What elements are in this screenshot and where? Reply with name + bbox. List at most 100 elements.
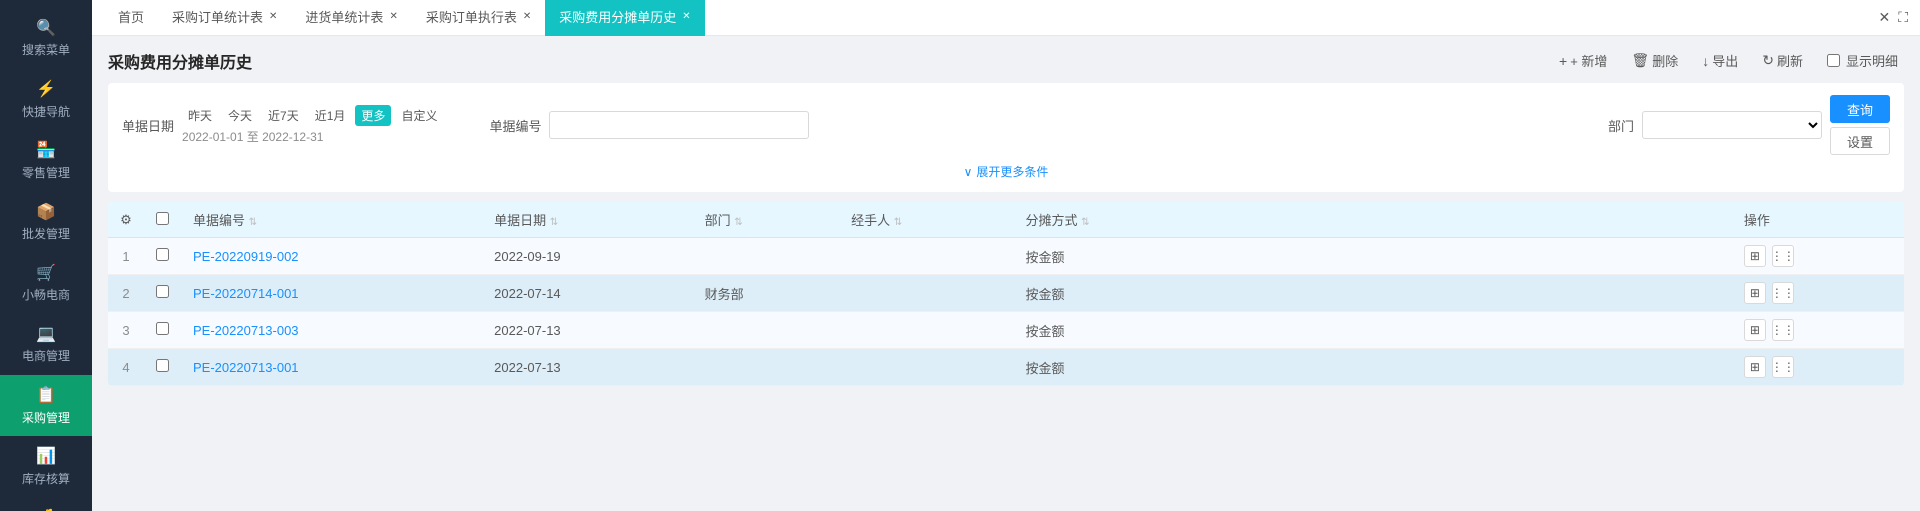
dept-label: 部门 — [1608, 116, 1634, 135]
col-doc-num[interactable]: 单据编号 ⇅ — [181, 202, 482, 238]
sidebar-item-wholesale[interactable]: 📦 批发管理 — [0, 192, 92, 253]
show-detail-checkbox[interactable]: 显示明细 — [1821, 48, 1904, 73]
action-group-4: ⊞ ⋮⋮ — [1744, 356, 1892, 378]
delete-icon: 🗑 — [1631, 52, 1649, 69]
tab-purchase-order-stats[interactable]: 采购订单统计表 ✕ — [158, 0, 291, 36]
sidebar-item-inventory[interactable]: 📊 库存核算 — [0, 436, 92, 497]
select-all-checkbox[interactable] — [156, 212, 169, 225]
tab-purchase-cost-history[interactable]: 采购费用分摊单历史 ✕ — [545, 0, 704, 36]
sidebar-item-ecommerce[interactable]: 💻 电商管理 — [0, 314, 92, 375]
col-handler[interactable]: 经手人 ⇅ — [839, 202, 1013, 238]
row-checkbox-3[interactable] — [156, 322, 169, 335]
export-button[interactable]: ↓ 导出 — [1696, 48, 1744, 73]
doc-num-label: 单据编号 — [489, 116, 541, 135]
retail-icon: 🏪 — [4, 140, 88, 162]
col-split-method[interactable]: 分摊方式 ⇅ — [1014, 202, 1732, 238]
search-icon: 🔍 — [4, 18, 88, 40]
row-num-1: 1 — [108, 238, 144, 275]
doc-date-cell-3: 2022-07-13 — [482, 312, 692, 349]
close-tab-purchase-exec[interactable]: ✕ — [523, 11, 531, 22]
sidebar-item-search[interactable]: 🔍 搜索菜单 — [0, 8, 92, 69]
action-group-2: ⊞ ⋮⋮ — [1744, 282, 1892, 304]
filter-area: 单据日期 昨天 今天 近7天 近1月 更多 自定义 2022-01-01 至 2… — [108, 83, 1904, 192]
edit-button-2[interactable]: ⊞ — [1744, 282, 1766, 304]
page-header: 采购费用分摊单历史 + + 新增 🗑 删除 ↓ 导出 ↻ 刷新 — [108, 48, 1904, 73]
col-dept[interactable]: 部门 ⇅ — [693, 202, 840, 238]
col-settings[interactable]: ⚙ — [108, 202, 144, 238]
action-group-3: ⊞ ⋮⋮ — [1744, 319, 1892, 341]
show-detail-check[interactable] — [1827, 54, 1840, 67]
date-range-display: 2022-01-01 至 2022-12-31 — [182, 128, 443, 145]
close-tab-purchase-order-stats[interactable]: ✕ — [269, 11, 277, 22]
doc-num-input[interactable] — [549, 111, 809, 139]
data-table-container: ⚙ 单据编号 ⇅ 单据日期 ⇅ 部门 — [108, 202, 1904, 386]
row-check-3 — [144, 312, 181, 349]
cart-icon: 🛒 — [4, 263, 88, 285]
more-button-2[interactable]: ⋮⋮ — [1772, 282, 1794, 304]
sort-handler-icon: ⇅ — [894, 217, 902, 228]
more-button-4[interactable]: ⋮⋮ — [1772, 356, 1794, 378]
col-action: 操作 — [1732, 202, 1904, 238]
edit-button-4[interactable]: ⊞ — [1744, 356, 1766, 378]
filter-right-group: 部门 财务部 查询 设置 — [1608, 95, 1890, 155]
sidebar-item-retail[interactable]: 🏪 零售管理 — [0, 130, 92, 191]
edit-button-3[interactable]: ⊞ — [1744, 319, 1766, 341]
tab-home[interactable]: 首页 — [104, 0, 158, 36]
date-btn-yesterday[interactable]: 昨天 — [182, 105, 218, 126]
date-btn-1month[interactable]: 近1月 — [309, 105, 352, 126]
sort-split-icon: ⇅ — [1081, 217, 1089, 228]
split-method-cell-3: 按金额 — [1014, 312, 1732, 349]
doc-date-cell-2: 2022-07-14 — [482, 275, 692, 312]
dept-cell-4 — [693, 349, 840, 386]
table-row: 2 PE-20220714-001 2022-07-14 财务部 按金额 ⊞ ⋮… — [108, 275, 1904, 312]
sidebar-item-quicknav[interactable]: ⚡ 快捷导航 — [0, 69, 92, 130]
expand-row: ∨ 展开更多条件 — [122, 163, 1890, 180]
date-btn-custom[interactable]: 自定义 — [395, 105, 443, 126]
tab-inbound-stats[interactable]: 进货单统计表 ✕ — [291, 0, 411, 36]
more-button-3[interactable]: ⋮⋮ — [1772, 319, 1794, 341]
sidebar: 🔍 搜索菜单 ⚡ 快捷导航 🏪 零售管理 📦 批发管理 🛒 小畅电商 💻 电商管… — [0, 0, 92, 511]
row-checkbox-2[interactable] — [156, 285, 169, 298]
close-tab-purchase-cost-history[interactable]: ✕ — [682, 11, 690, 22]
sidebar-item-purchase[interactable]: 📋 采购管理 — [0, 375, 92, 436]
date-btn-more[interactable]: 更多 — [355, 105, 391, 126]
more-button-1[interactable]: ⋮⋮ — [1772, 245, 1794, 267]
edit-button-1[interactable]: ⊞ — [1744, 245, 1766, 267]
row-checkbox-4[interactable] — [156, 359, 169, 372]
col-doc-date[interactable]: 单据日期 ⇅ — [482, 202, 692, 238]
date-btn-today[interactable]: 今天 — [222, 105, 258, 126]
close-window-icon[interactable]: ✕ — [1878, 9, 1890, 26]
delete-button[interactable]: 🗑 删除 — [1625, 48, 1684, 73]
tab-purchase-exec[interactable]: 采购订单执行表 ✕ — [412, 0, 545, 36]
add-button[interactable]: + + 新增 — [1553, 48, 1613, 73]
sort-dept-icon: ⇅ — [734, 217, 742, 228]
expand-conditions-button[interactable]: ∨ 展开更多条件 — [964, 163, 1049, 180]
sidebar-item-finance[interactable]: 💰 资金管理 — [0, 498, 92, 511]
close-tab-inbound-stats[interactable]: ✕ — [389, 11, 397, 22]
doc-num-link-2[interactable]: PE-20220714-001 — [193, 286, 299, 301]
date-shortcuts-group: 昨天 今天 近7天 近1月 更多 自定义 2022-01-01 至 2022-1… — [182, 105, 443, 145]
wholesale-icon: 📦 — [4, 202, 88, 224]
doc-num-link-1[interactable]: PE-20220919-002 — [193, 249, 299, 264]
filter-btn-group: 查询 设置 — [1830, 95, 1890, 155]
search-button[interactable]: 查询 — [1830, 95, 1890, 123]
row-num-4: 4 — [108, 349, 144, 386]
date-btn-7days[interactable]: 近7天 — [262, 105, 305, 126]
settings-button[interactable]: 设置 — [1830, 127, 1890, 155]
doc-date-cell-1: 2022-09-19 — [482, 238, 692, 275]
refresh-button[interactable]: ↻ 刷新 — [1756, 48, 1809, 73]
handler-cell-2 — [839, 275, 1013, 312]
data-table: ⚙ 单据编号 ⇅ 单据日期 ⇅ 部门 — [108, 202, 1904, 386]
table-row: 3 PE-20220713-003 2022-07-13 按金额 ⊞ ⋮⋮ — [108, 312, 1904, 349]
expand-window-icon[interactable]: ⛶ — [1898, 9, 1908, 26]
handler-cell-4 — [839, 349, 1013, 386]
sidebar-item-ecommerce-small[interactable]: 🛒 小畅电商 — [0, 253, 92, 314]
doc-num-link-3[interactable]: PE-20220713-003 — [193, 323, 299, 338]
dept-select[interactable]: 财务部 — [1642, 111, 1822, 139]
dept-row: 部门 财务部 查询 设置 — [1608, 95, 1890, 155]
doc-num-link-4[interactable]: PE-20220713-001 — [193, 360, 299, 375]
split-method-cell-2: 按金额 — [1014, 275, 1732, 312]
handler-cell-1 — [839, 238, 1013, 275]
sort-doc-date-icon: ⇅ — [550, 217, 558, 228]
row-checkbox-1[interactable] — [156, 248, 169, 261]
